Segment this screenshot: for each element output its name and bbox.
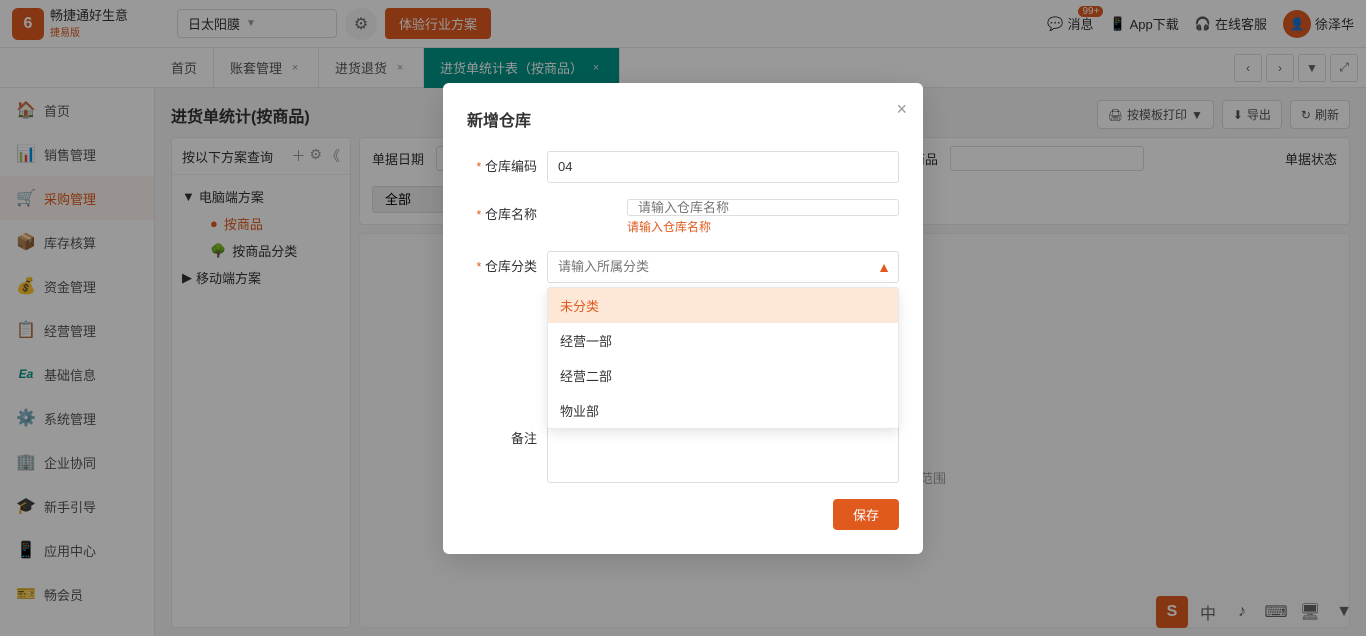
modal-title: 新增仓库	[467, 107, 899, 131]
modal-footer: 保存	[467, 499, 899, 530]
form-row-category: 仓库分类 ▲ 未分类 经营一部 经营二部 物业部	[467, 251, 899, 283]
category-dropdown: 未分类 经营一部 经营二部 物业部	[547, 287, 899, 429]
notes-input[interactable]	[547, 423, 899, 483]
form-row-name: 仓库名称 请输入仓库名称	[467, 199, 899, 235]
modal-close-icon[interactable]: ×	[896, 99, 907, 120]
form-row-notes: 备注	[467, 423, 899, 483]
dropdown-item-property[interactable]: 物业部	[548, 393, 898, 428]
modal-overlay[interactable]: 新增仓库 × 仓库编码 仓库名称 请输入仓库名称 仓库分类 ▲	[0, 0, 1366, 636]
warehouse-code-input[interactable]	[547, 151, 899, 183]
warehouse-name-input[interactable]	[627, 199, 899, 216]
notes-label: 备注	[467, 423, 547, 455]
warehouse-name-label: 仓库名称	[467, 199, 547, 231]
warehouse-name-error: 请输入仓库名称	[627, 218, 899, 235]
warehouse-cat-label: 仓库分类	[467, 251, 547, 283]
warehouse-code-label: 仓库编码	[467, 151, 547, 183]
dropdown-item-ops2[interactable]: 经营二部	[548, 358, 898, 393]
warehouse-cat-input[interactable]	[547, 251, 899, 283]
category-arrow-icon[interactable]: ▲	[877, 259, 891, 275]
save-button[interactable]: 保存	[833, 499, 899, 530]
form-row-code: 仓库编码	[467, 151, 899, 183]
category-input-wrap: ▲ 未分类 经营一部 经营二部 物业部	[547, 251, 899, 283]
dropdown-item-uncategorized[interactable]: 未分类	[548, 288, 898, 323]
add-warehouse-modal: 新增仓库 × 仓库编码 仓库名称 请输入仓库名称 仓库分类 ▲	[443, 83, 923, 554]
dropdown-item-ops1[interactable]: 经营一部	[548, 323, 898, 358]
